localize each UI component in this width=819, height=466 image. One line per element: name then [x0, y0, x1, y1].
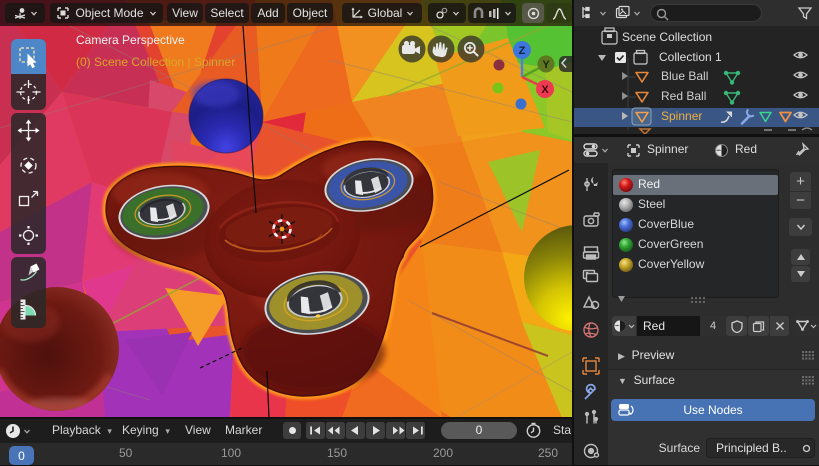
svg-text:Z: Z	[519, 45, 526, 57]
svg-text:X: X	[541, 84, 549, 96]
svg-text:Y: Y	[542, 59, 550, 71]
